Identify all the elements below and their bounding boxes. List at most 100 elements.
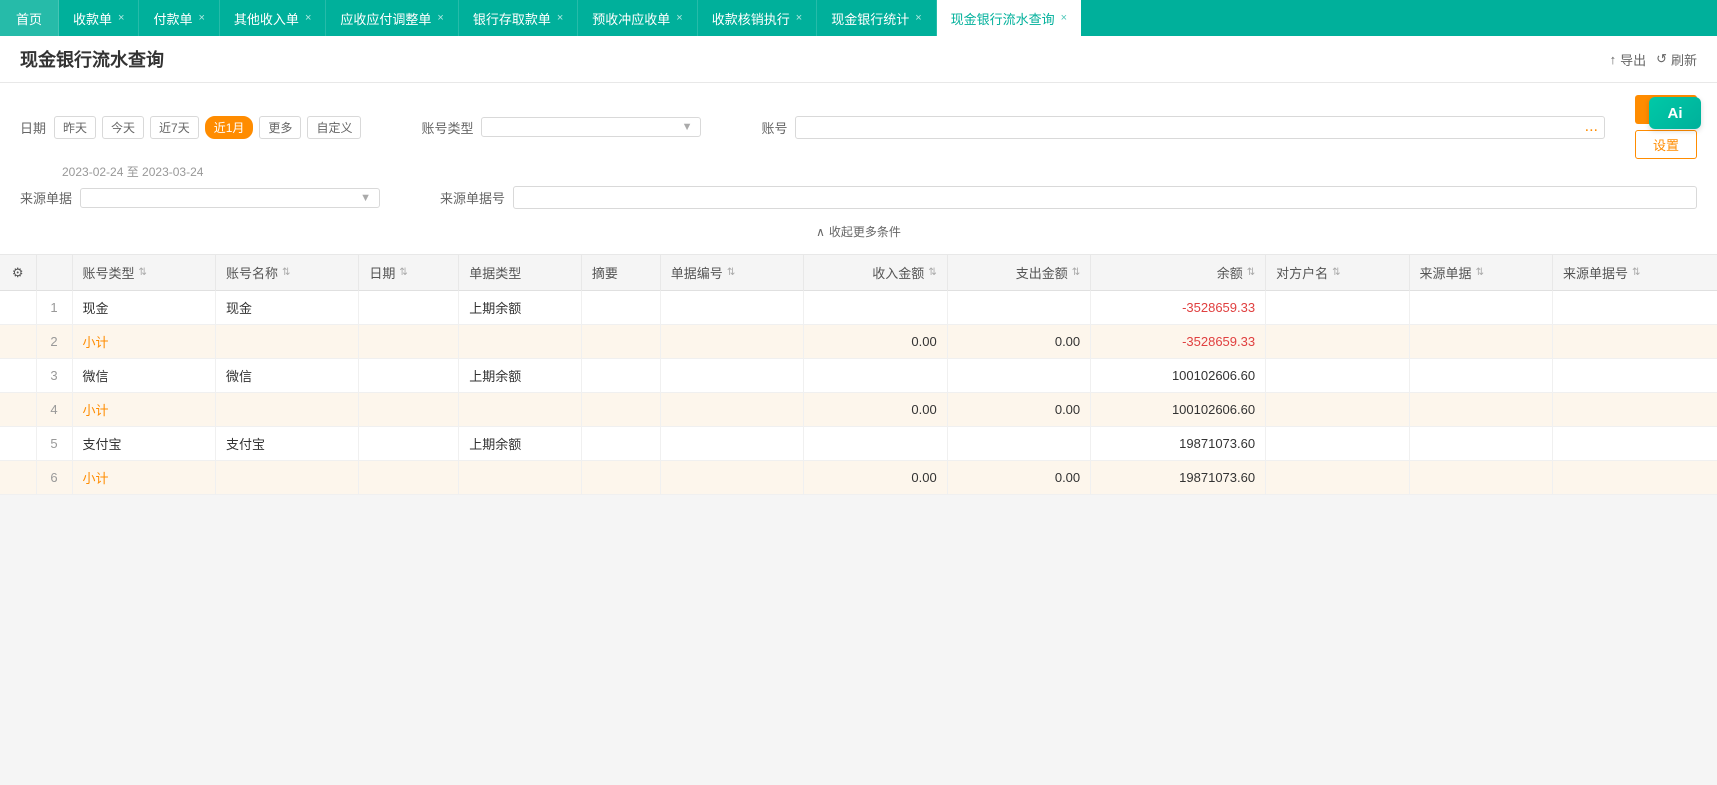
row-gear <box>0 427 36 461</box>
row-gear <box>0 359 36 393</box>
date-more[interactable]: 更多 <box>259 116 301 139</box>
row-date <box>359 325 459 359</box>
close-icon[interactable]: × <box>1061 12 1067 24</box>
close-icon[interactable]: × <box>676 12 682 24</box>
sort-icon: ⇅ <box>727 267 735 278</box>
nav-tab-3[interactable]: 应收应付调整单 × <box>326 0 458 36</box>
sort-icon: ⇅ <box>1332 267 1340 278</box>
row-summary <box>581 393 660 427</box>
close-icon[interactable]: × <box>198 12 204 24</box>
close-icon[interactable]: × <box>305 12 311 24</box>
table-row: 3 微信 微信 上期余额 100102606.60 <box>0 359 1717 393</box>
nav-home[interactable]: 首页 <box>0 0 59 36</box>
row-account-type: 支付宝 <box>72 427 215 461</box>
collapse-bar[interactable]: ∧ 收起更多条件 <box>20 219 1697 246</box>
table-header-row: ⚙ 账号类型 ⇅ 账号名称 ⇅ 日期 <box>0 255 1717 291</box>
export-icon: ↑ <box>1610 52 1617 67</box>
row-balance: -3528659.33 <box>1091 325 1266 359</box>
th-counterpart: 对方户名 ⇅ <box>1266 255 1409 291</box>
row-income <box>804 291 947 325</box>
row-doc-type: 上期余额 <box>459 291 582 325</box>
row-source-doc-no <box>1553 461 1717 495</box>
row-source-doc-no <box>1553 359 1717 393</box>
date-today[interactable]: 今天 <box>102 116 144 139</box>
account-input-wrap: ... <box>795 116 1605 139</box>
row-doc-no <box>660 359 803 393</box>
date-filter: 日期 昨天 今天 近7天 近1月 更多 自定义 <box>20 116 361 139</box>
nav-tab-4[interactable]: 银行存取款单 × <box>459 0 578 36</box>
row-source-doc <box>1409 291 1552 325</box>
export-button[interactable]: ↑ 导出 <box>1610 50 1647 69</box>
close-icon[interactable]: × <box>557 12 563 24</box>
row-doc-type: 上期余额 <box>459 359 582 393</box>
gear-icon[interactable]: ⚙ <box>12 265 24 280</box>
row-date <box>359 291 459 325</box>
row-summary <box>581 325 660 359</box>
source-doc-no-filter: 来源单据号 <box>440 186 1697 209</box>
table-row: 4 小计 0.00 0.00 100102606.60 <box>0 393 1717 427</box>
source-doc-filter: 来源单据 ▼ <box>20 188 380 208</box>
row-income: 0.00 <box>804 461 947 495</box>
row-balance: 19871073.60 <box>1091 427 1266 461</box>
sort-icon: ⇅ <box>282 267 290 278</box>
filter-row-2: 来源单据 ▼ 来源单据号 <box>20 186 1697 209</box>
nav-tab-7[interactable]: 现金银行统计 × <box>817 0 936 36</box>
row-source-doc <box>1409 325 1552 359</box>
row-counterpart <box>1266 291 1409 325</box>
table-row: 1 现金 现金 上期余额 -3528659.33 <box>0 291 1717 325</box>
refresh-button[interactable]: ↺ 刷新 <box>1656 50 1697 69</box>
setting-button[interactable]: 设置 <box>1635 130 1697 159</box>
row-source-doc-no <box>1553 393 1717 427</box>
nav-tab-5[interactable]: 预收冲应收单 × <box>578 0 697 36</box>
close-icon[interactable]: × <box>915 12 921 24</box>
refresh-icon: ↺ <box>1656 51 1667 67</box>
close-icon[interactable]: × <box>437 12 443 24</box>
source-doc-label: 来源单据 <box>20 188 72 207</box>
row-summary <box>581 427 660 461</box>
th-expense: 支出金额 ⇅ <box>947 255 1090 291</box>
row-account-name: 现金 <box>215 291 358 325</box>
row-income: 0.00 <box>804 393 947 427</box>
row-date <box>359 393 459 427</box>
nav-tab-0[interactable]: 收款单 × <box>59 0 139 36</box>
close-icon[interactable]: × <box>796 12 802 24</box>
row-account-name: 微信 <box>215 359 358 393</box>
table-container: ⚙ 账号类型 ⇅ 账号名称 ⇅ 日期 <box>0 255 1717 495</box>
nav-tab-1[interactable]: 付款单 × <box>139 0 219 36</box>
row-source-doc <box>1409 359 1552 393</box>
account-dots-btn[interactable]: ... <box>1579 118 1604 136</box>
data-table: ⚙ 账号类型 ⇅ 账号名称 ⇅ 日期 <box>0 255 1717 495</box>
row-date <box>359 427 459 461</box>
row-expense: 0.00 <box>947 461 1090 495</box>
sort-icon: ⇅ <box>1476 267 1484 278</box>
row-index: 2 <box>36 325 72 359</box>
filter-area: 日期 昨天 今天 近7天 近1月 更多 自定义 账号类型 ▼ 账号 ... <box>0 83 1717 255</box>
nav-tab-2[interactable]: 其他收入单 × <box>220 0 326 36</box>
account-input[interactable] <box>796 117 1578 138</box>
source-doc-no-label: 来源单据号 <box>440 188 505 207</box>
date-custom[interactable]: 自定义 <box>307 116 361 139</box>
row-gear <box>0 325 36 359</box>
account-type-select[interactable]: ▼ <box>481 117 701 137</box>
page-header: 现金银行流水查询 ↑ 导出 ↺ 刷新 <box>0 36 1717 83</box>
sort-icon: ⇅ <box>1247 267 1255 278</box>
row-summary <box>581 359 660 393</box>
close-icon[interactable]: × <box>118 12 124 24</box>
date-7days[interactable]: 近7天 <box>150 116 199 139</box>
row-balance: 19871073.60 <box>1091 461 1266 495</box>
th-doc-type: 单据类型 <box>459 255 582 291</box>
sort-icon: ⇅ <box>399 267 407 278</box>
source-doc-select[interactable]: ▼ <box>80 188 380 208</box>
th-account-type: 账号类型 ⇅ <box>72 255 215 291</box>
row-balance: 100102606.60 <box>1091 393 1266 427</box>
nav-tab-8[interactable]: 现金银行流水查询 × <box>937 0 1081 36</box>
row-account-type: 现金 <box>72 291 215 325</box>
date-1month[interactable]: 近1月 <box>205 116 254 139</box>
nav-tab-6[interactable]: 收款核销执行 × <box>698 0 817 36</box>
date-yesterday[interactable]: 昨天 <box>54 116 96 139</box>
chevron-down-icon: ▼ <box>682 121 693 133</box>
ai-badge[interactable]: Ai <box>1649 97 1701 129</box>
row-index: 4 <box>36 393 72 427</box>
date-range-text: 2023-02-24 至 2023-03-24 <box>62 165 203 179</box>
source-doc-no-input[interactable] <box>513 186 1697 209</box>
